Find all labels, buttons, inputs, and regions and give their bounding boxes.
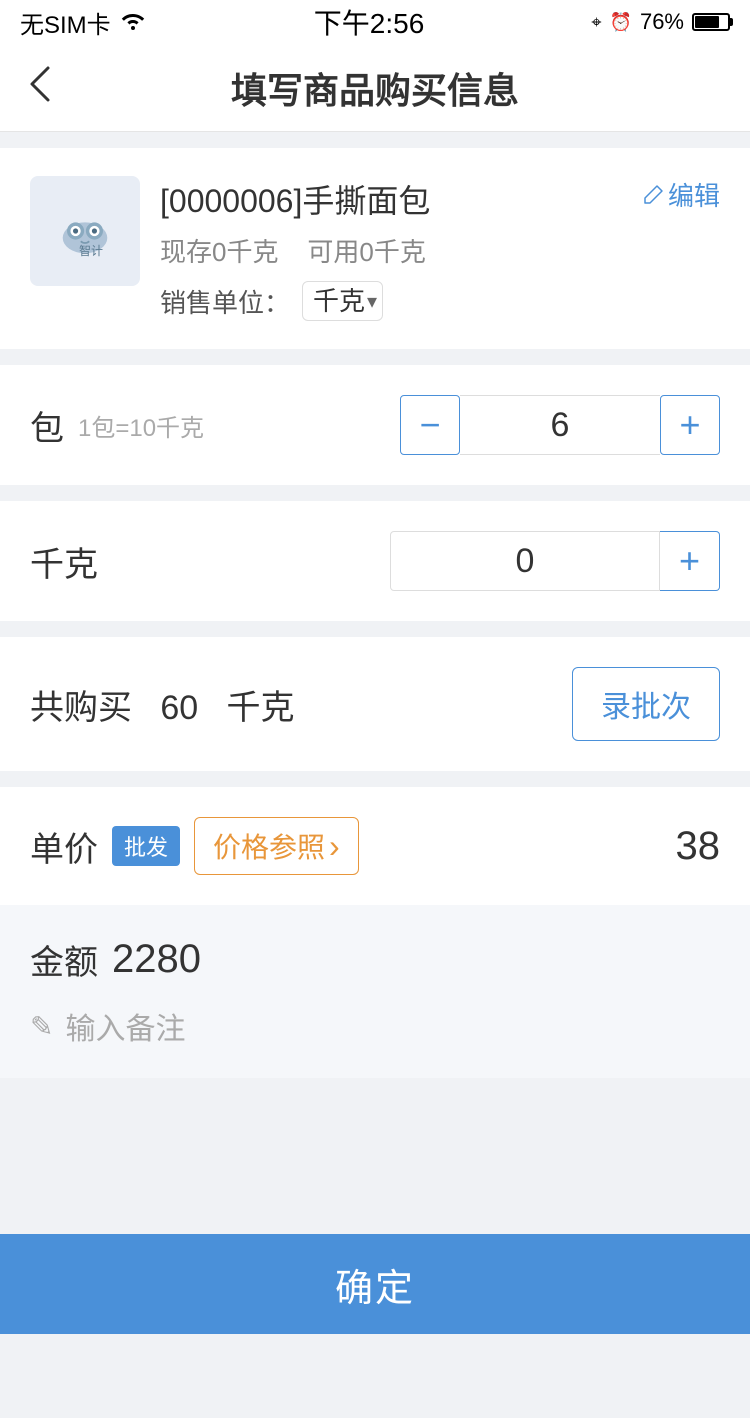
battery-fill bbox=[695, 16, 719, 28]
product-card: 智计 [0000006]手撕面包 编辑 现存0千克 可用0千克 销售单位： 千克 bbox=[0, 148, 750, 349]
edit-button[interactable]: 编辑 bbox=[642, 176, 720, 213]
kg-quantity-control: + bbox=[390, 531, 720, 591]
bag-sublabel: 1包=10千克 bbox=[78, 408, 204, 443]
summary-section: 共购买 60 千克 录批次 bbox=[0, 637, 750, 771]
remark-row[interactable]: ✎ 输入备注 bbox=[30, 1004, 720, 1048]
nav-bar: 填写商品购买信息 bbox=[0, 44, 750, 132]
price-ref-button[interactable]: 价格参照 › bbox=[194, 817, 359, 875]
product-stock: 现存0千克 可用0千克 bbox=[160, 232, 720, 269]
price-tag: 批发 bbox=[112, 826, 180, 866]
bag-label: 包 1包=10千克 bbox=[30, 401, 204, 450]
bag-row: 包 1包=10千克 − + bbox=[30, 365, 720, 485]
bag-decrement-button[interactable]: − bbox=[400, 395, 460, 455]
bag-increment-button[interactable]: + bbox=[660, 395, 720, 455]
bag-quantity-input[interactable] bbox=[460, 395, 660, 455]
location-icon: ⌖ bbox=[591, 12, 601, 33]
battery-text: 76% bbox=[640, 9, 684, 35]
bag-section: 包 1包=10千克 − + bbox=[0, 365, 750, 485]
product-unit: 销售单位： 千克 bbox=[160, 281, 720, 321]
price-row: 单价 批发 价格参照 › 38 bbox=[30, 817, 720, 875]
kg-quantity-input[interactable] bbox=[390, 531, 660, 591]
amount-section: 金额 2280 ✎ 输入备注 bbox=[0, 905, 750, 1078]
edit-label: 编辑 bbox=[668, 176, 720, 213]
confirm-button[interactable]: 确定 bbox=[0, 1234, 750, 1334]
status-right: ⌖ ⏰ 76% bbox=[591, 9, 730, 35]
price-label: 单价 bbox=[30, 822, 98, 871]
alarm-icon: ⏰ bbox=[610, 12, 632, 33]
bottom-bar: 确定 bbox=[0, 1234, 750, 1334]
battery-icon bbox=[692, 13, 730, 31]
amount-value: 2280 bbox=[112, 937, 201, 982]
amount-row: 金额 2280 bbox=[30, 935, 720, 984]
kg-section: 千克 + bbox=[0, 501, 750, 621]
unit-select[interactable]: 千克 bbox=[302, 281, 383, 321]
price-section: 单价 批发 价格参照 › 38 bbox=[0, 787, 750, 905]
page-title: 填写商品购买信息 bbox=[231, 62, 519, 114]
product-image: 智计 bbox=[30, 176, 140, 286]
price-value: 38 bbox=[676, 824, 721, 869]
wifi-icon bbox=[119, 8, 147, 36]
summary-amount: 60 bbox=[160, 689, 198, 727]
status-carrier: 无SIM卡 bbox=[20, 5, 147, 40]
pencil-icon: ✎ bbox=[30, 1010, 53, 1043]
amount-label: 金额 bbox=[30, 935, 98, 984]
kg-increment-button[interactable]: + bbox=[660, 531, 720, 591]
bag-quantity-control: − + bbox=[400, 395, 720, 455]
svg-text:智计: 智计 bbox=[79, 243, 103, 258]
carrier-text: 无SIM卡 bbox=[20, 5, 111, 40]
price-label-group: 单价 批发 价格参照 › bbox=[30, 817, 359, 875]
status-time: 下午2:56 bbox=[314, 2, 425, 42]
kg-row: 千克 + bbox=[30, 501, 720, 621]
status-bar: 无SIM卡 下午2:56 ⌖ ⏰ 76% bbox=[0, 0, 750, 44]
remark-label: 输入备注 bbox=[65, 1004, 185, 1048]
unit-select-wrap[interactable]: 千克 bbox=[302, 281, 383, 321]
product-name: [0000006]手撕面包 bbox=[160, 176, 430, 222]
back-button[interactable] bbox=[28, 64, 52, 112]
product-info: [0000006]手撕面包 编辑 现存0千克 可用0千克 销售单位： 千克 bbox=[160, 176, 720, 321]
summary-unit: 千克 bbox=[227, 689, 295, 727]
summary-text: 共购买 60 千克 bbox=[30, 680, 295, 729]
record-batch-button[interactable]: 录批次 bbox=[572, 667, 720, 741]
kg-label: 千克 bbox=[30, 537, 98, 586]
